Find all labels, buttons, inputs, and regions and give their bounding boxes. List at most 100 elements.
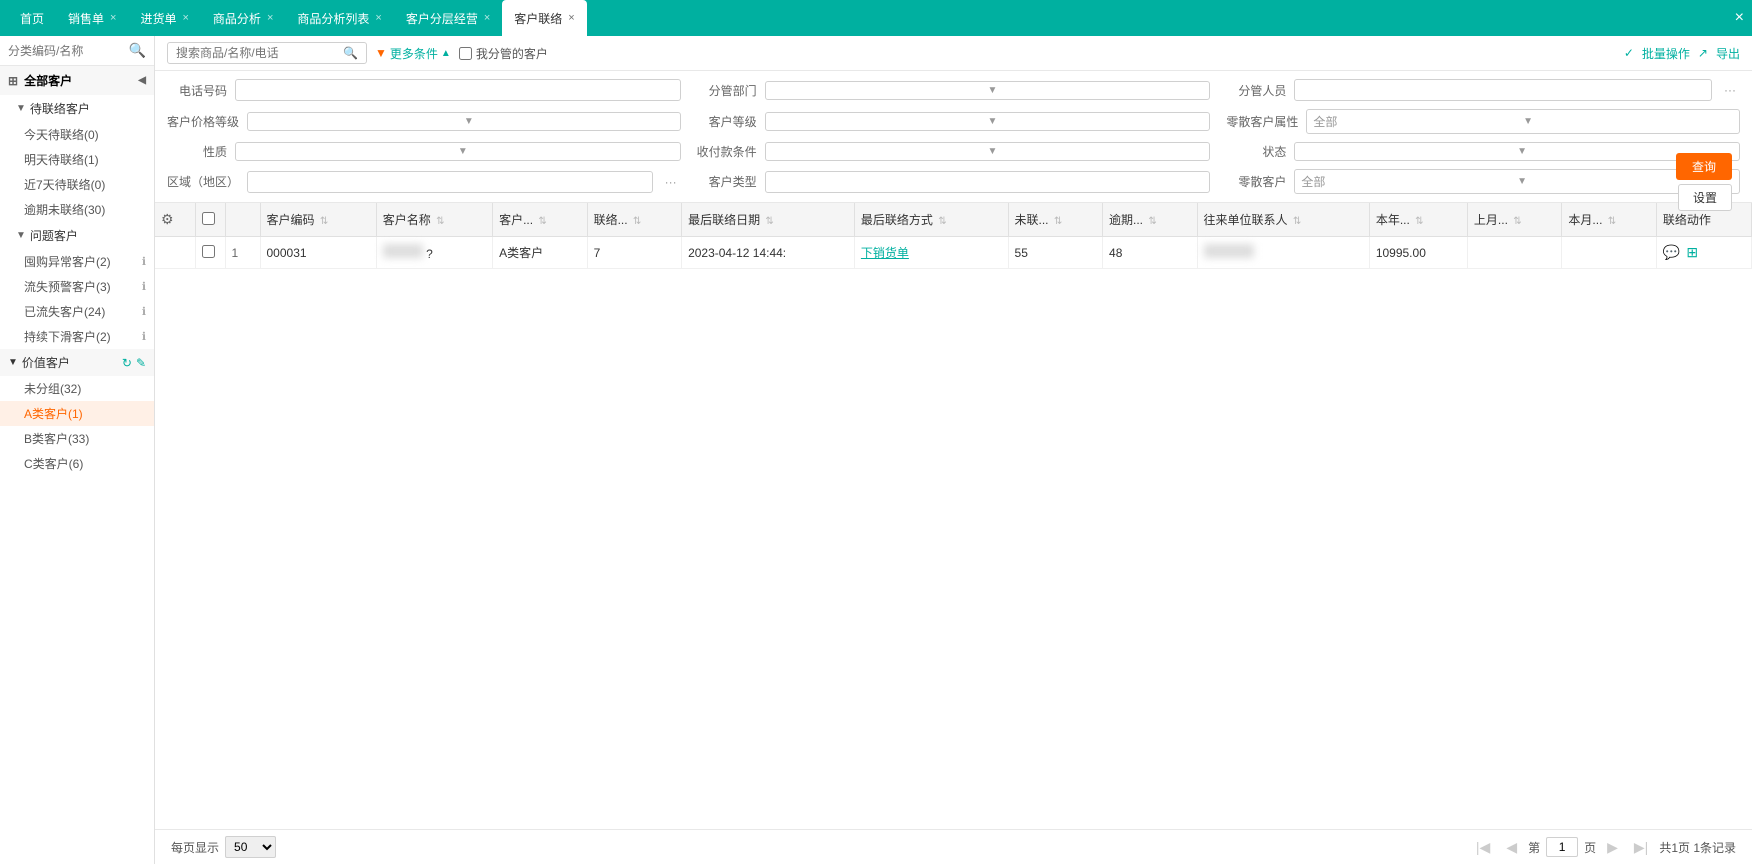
sidebar-item-c-class-label: C类客户(6) bbox=[24, 455, 83, 472]
sidebar-item-b-class[interactable]: B类客户(33) bbox=[0, 426, 154, 451]
sidebar-search-input[interactable] bbox=[8, 44, 129, 58]
sort-icon-code[interactable]: ⇅ bbox=[320, 216, 328, 227]
tab-customer-contact[interactable]: 客户联络 × bbox=[502, 0, 586, 36]
refresh-icon[interactable]: ↻ bbox=[122, 356, 132, 370]
sidebar-item-unclassified[interactable]: 未分组(32) bbox=[0, 376, 154, 401]
price-tier-select[interactable]: ▼ bbox=[247, 112, 681, 131]
sort-icon-this-year[interactable]: ⇅ bbox=[1415, 216, 1423, 227]
sidebar-item-b-class-label: B类客户(33) bbox=[24, 430, 89, 447]
sort-icon-this-month[interactable]: ⇅ bbox=[1608, 216, 1616, 227]
first-page-btn[interactable]: |◀ bbox=[1471, 837, 1495, 858]
filter-search-input[interactable] bbox=[176, 46, 343, 60]
close-customer-contact-tab[interactable]: × bbox=[568, 12, 574, 24]
sidebar-item-c-class[interactable]: C类客户(6) bbox=[0, 451, 154, 476]
per-page-select[interactable]: 50 100 200 bbox=[225, 836, 276, 858]
dept-select[interactable]: ▼ bbox=[765, 81, 1211, 100]
nature-select[interactable]: ▼ bbox=[235, 142, 681, 161]
sidebar-item-a-class[interactable]: A类客户(1) bbox=[0, 401, 154, 426]
more-filter-btn[interactable]: ▼ 更多条件 ▲ bbox=[375, 45, 451, 62]
sidebar-search-icon[interactable]: 🔍 bbox=[129, 42, 146, 59]
page-input[interactable] bbox=[1546, 837, 1578, 857]
tab-analysis[interactable]: 商品分析 × bbox=[201, 0, 285, 36]
customer-type-input[interactable] bbox=[765, 171, 1211, 193]
sort-icon-type[interactable]: ⇅ bbox=[538, 216, 546, 227]
person-input[interactable] bbox=[1294, 79, 1712, 101]
sidebar-item-churned[interactable]: 已流失客户(24) ℹ bbox=[0, 299, 154, 324]
message-icon[interactable]: 💬 bbox=[1663, 244, 1680, 261]
close-customer-tier-tab[interactable]: × bbox=[484, 12, 490, 24]
sort-icon-last-month[interactable]: ⇅ bbox=[1513, 216, 1521, 227]
tab-customer-tier[interactable]: 客户分层经营 × bbox=[394, 0, 502, 36]
close-all-tabs[interactable]: × bbox=[1735, 9, 1744, 27]
close-analysis-list-tab[interactable]: × bbox=[375, 12, 381, 24]
filter-row-nature: 性质 ▼ bbox=[167, 142, 681, 161]
payment-select[interactable]: ▼ bbox=[765, 142, 1211, 161]
sort-icon-contact2[interactable]: ⇅ bbox=[1293, 216, 1301, 227]
sidebar-item-churned-label: 已流失客户(24) bbox=[24, 303, 105, 320]
tab-home[interactable]: 首页 bbox=[8, 0, 56, 36]
tab-sales[interactable]: 销售单 × bbox=[56, 0, 128, 36]
my-customer-checkbox-container: 我分管的客户 bbox=[459, 45, 548, 62]
sidebar-item-overdue[interactable]: 逾期未联络(30) bbox=[0, 197, 154, 222]
export-btn[interactable]: 导出 bbox=[1716, 45, 1740, 62]
table-wrapper: ⚙ 客户编码 ⇅ 客户名称 ⇅ bbox=[155, 203, 1752, 829]
sidebar-item-unclassified-label: 未分组(32) bbox=[24, 380, 81, 397]
sort-icon-contact[interactable]: ⇅ bbox=[633, 216, 641, 227]
sidebar-item-tomorrow[interactable]: 明天待联络(1) bbox=[0, 147, 154, 172]
prev-page-btn[interactable]: ◀ bbox=[1501, 837, 1522, 858]
edit-icon[interactable]: ✎ bbox=[136, 356, 146, 370]
info-icon-2[interactable]: ℹ bbox=[142, 280, 146, 293]
content-area: 🔍 ▼ 更多条件 ▲ 我分管的客户 ✓ 批量操作 ↗ 导出 电话号码 bbox=[155, 36, 1752, 864]
info-icon-3[interactable]: ℹ bbox=[142, 305, 146, 318]
region-dotdot[interactable]: ··· bbox=[661, 172, 681, 192]
last-page-btn[interactable]: ▶| bbox=[1629, 837, 1653, 858]
select-all-checkbox[interactable] bbox=[202, 212, 215, 225]
sort-icon-name[interactable]: ⇅ bbox=[436, 216, 444, 227]
col-contact2: 往来单位联系人 ⇅ bbox=[1197, 203, 1369, 237]
sort-icon-last-method[interactable]: ⇅ bbox=[938, 216, 946, 227]
col-index bbox=[225, 203, 260, 237]
filter-row-phone: 电话号码 bbox=[167, 79, 681, 101]
info-icon-4[interactable]: ℹ bbox=[142, 330, 146, 343]
sort-icon-not-contact[interactable]: ⇅ bbox=[1054, 216, 1062, 227]
my-customer-checkbox[interactable] bbox=[459, 47, 472, 60]
all-customers-header[interactable]: ⊞ 全部客户 ◀ bbox=[0, 66, 154, 95]
row-checkbox[interactable] bbox=[202, 245, 215, 258]
sidebar-item-churn-warning[interactable]: 流失预警客户(3) ℹ bbox=[0, 274, 154, 299]
scatter-attr-select[interactable]: 全部 ▼ bbox=[1306, 109, 1740, 134]
sidebar-group-problem[interactable]: ▼ 问题客户 bbox=[0, 222, 154, 249]
info-icon-1[interactable]: ℹ bbox=[142, 255, 146, 268]
tab-purchase[interactable]: 进货单 × bbox=[128, 0, 200, 36]
phone-input[interactable] bbox=[235, 79, 681, 101]
total-records: 共1页 1条记录 bbox=[1659, 839, 1736, 856]
gear-icon[interactable]: ⚙ bbox=[161, 211, 174, 227]
next-page-btn[interactable]: ▶ bbox=[1602, 837, 1623, 858]
sidebar-item-hoarding[interactable]: 囤购异常客户(2) ℹ bbox=[0, 249, 154, 274]
sidebar-group-value[interactable]: ▼ 价值客户 ↻ ✎ bbox=[0, 349, 154, 376]
close-sales-tab[interactable]: × bbox=[110, 12, 116, 24]
customer-tier-select[interactable]: ▼ bbox=[765, 112, 1211, 131]
batch-op-btn[interactable]: 批量操作 bbox=[1642, 45, 1690, 62]
more-filter-label: 更多条件 bbox=[390, 45, 438, 62]
sidebar-item-today[interactable]: 今天待联络(0) bbox=[0, 122, 154, 147]
sort-icon-last-date[interactable]: ⇅ bbox=[765, 216, 773, 227]
filter-row-scatter-attr: 零散客户属性 全部 ▼ bbox=[1226, 109, 1740, 134]
advanced-filter: 电话号码 分管部门 ▼ 分管人员 ··· 客户价格等级 bbox=[155, 71, 1752, 203]
checkmark-icon: ✓ bbox=[1624, 46, 1634, 60]
query-button[interactable]: 查询 bbox=[1676, 153, 1732, 180]
region-input[interactable] bbox=[247, 171, 653, 193]
close-analysis-tab[interactable]: × bbox=[267, 12, 273, 24]
sidebar-item-7days[interactable]: 近7天待联络(0) bbox=[0, 172, 154, 197]
filter-search-icon[interactable]: 🔍 bbox=[343, 46, 358, 60]
sidebar-item-declining[interactable]: 持续下滑客户(2) ℹ bbox=[0, 324, 154, 349]
sort-icon-overdue[interactable]: ⇅ bbox=[1148, 216, 1156, 227]
person-dotdot[interactable]: ··· bbox=[1720, 80, 1740, 100]
customer-name-blurred bbox=[383, 244, 423, 258]
close-purchase-tab[interactable]: × bbox=[182, 12, 188, 24]
tab-analysis-list[interactable]: 商品分析列表 × bbox=[285, 0, 393, 36]
last-method-link[interactable]: 下销货单 bbox=[861, 246, 909, 260]
qr-icon[interactable]: ⊞ bbox=[1686, 244, 1698, 261]
sidebar-group-pending[interactable]: ▼ 待联络客户 bbox=[0, 95, 154, 122]
filter-bar: 🔍 ▼ 更多条件 ▲ 我分管的客户 ✓ 批量操作 ↗ 导出 bbox=[155, 36, 1752, 71]
phone-label: 电话号码 bbox=[167, 82, 227, 99]
